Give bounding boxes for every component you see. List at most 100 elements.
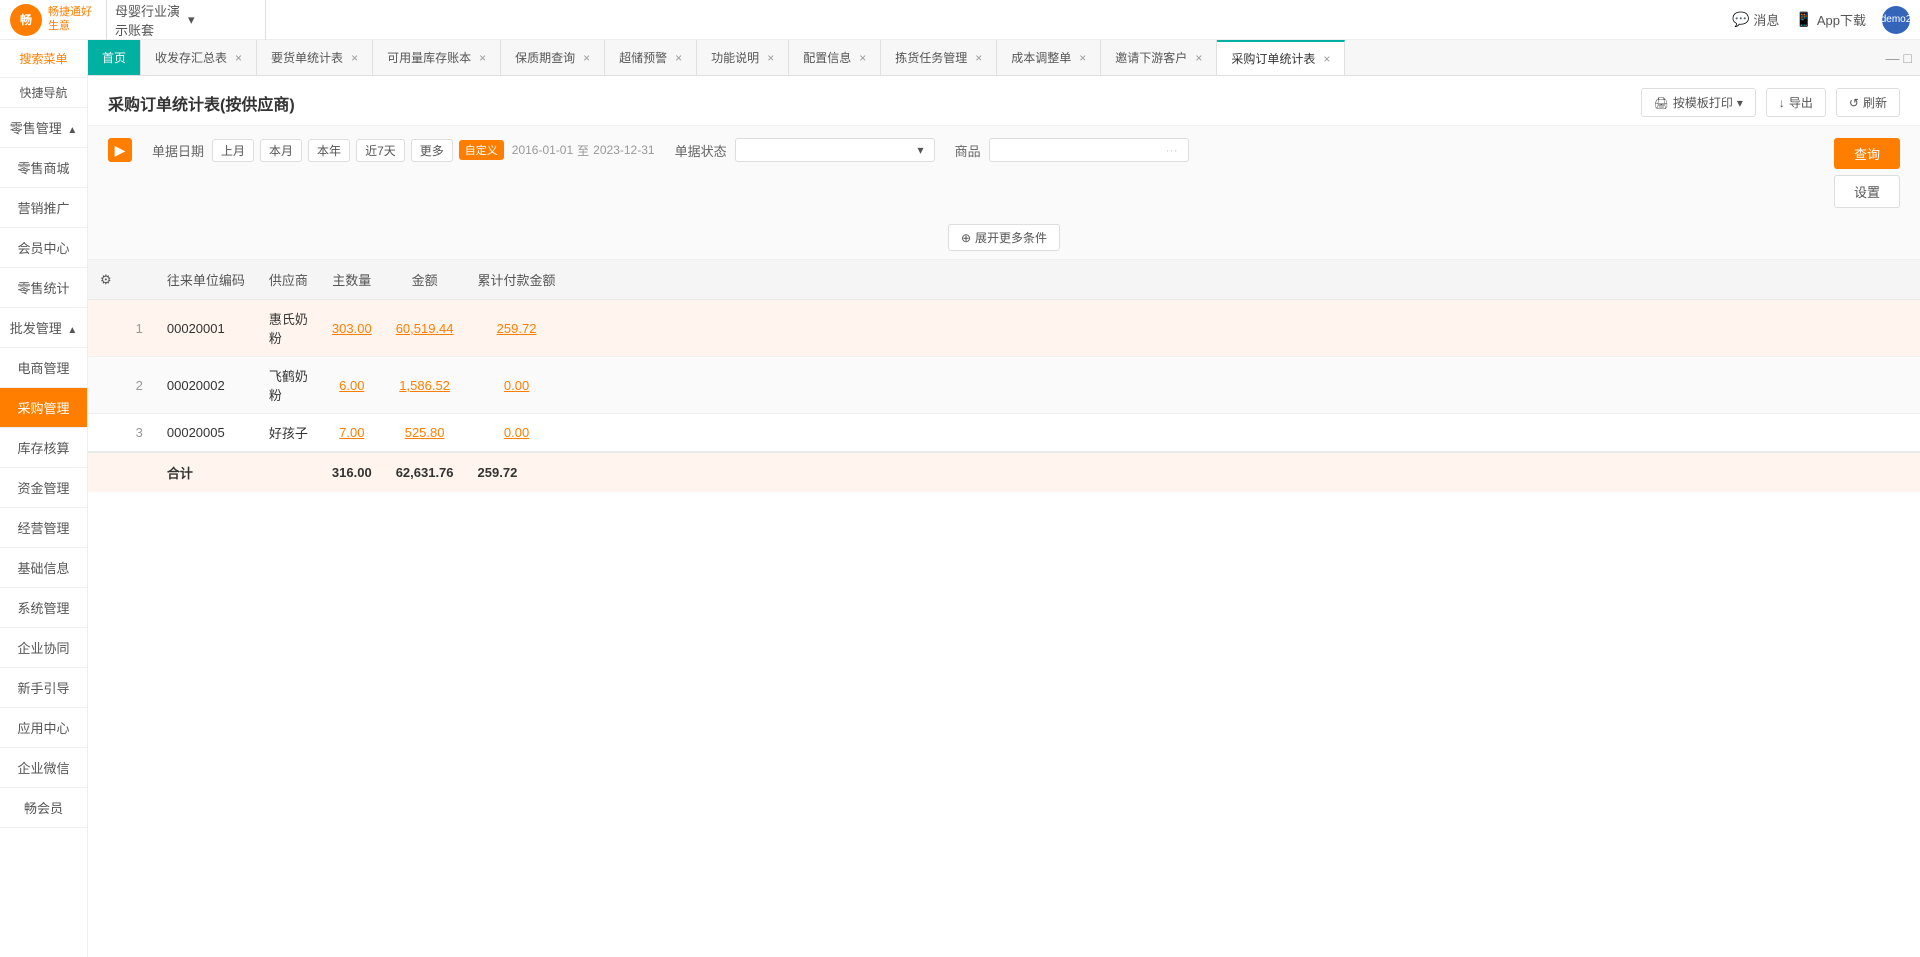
table-row: 2 00020002 飞鹤奶粉 6.00 1,586.52 0.00 — [88, 357, 1920, 414]
sidebar-item-purchase[interactable]: 采购管理 — [0, 388, 87, 428]
sidebar-item-marketing[interactable]: 营销推广 — [0, 188, 87, 228]
sidebar-item-enterprise[interactable]: 企业协同 — [0, 628, 87, 668]
footer-qty: 316.00 — [320, 452, 384, 492]
row-supplier-code: 00020002 — [155, 357, 257, 414]
tab-bar: 首页 收发存汇总表 × 要货单统计表 × 可用量库存账本 × 保质期查询 × — [88, 40, 1920, 76]
shortcut-more[interactable]: 更多 — [411, 139, 453, 162]
tab-close-icon[interactable]: × — [1323, 52, 1330, 66]
tab-pick[interactable]: 拣货任务管理 × — [881, 40, 997, 76]
tab-close-icon[interactable]: × — [479, 51, 486, 65]
shortcut-last-month[interactable]: 上月 — [212, 139, 254, 162]
avatar[interactable]: demo2 — [1882, 6, 1910, 34]
tab-close-icon[interactable]: × — [351, 51, 358, 65]
query-button[interactable]: 查询 — [1834, 138, 1900, 169]
tab-expiry[interactable]: 保质期查询 × — [501, 40, 605, 76]
col-qty: 主数量 — [320, 260, 384, 300]
sidebar-nav[interactable]: 快捷导航 — [0, 78, 87, 108]
row-num: 1 — [124, 300, 155, 357]
tab-home[interactable]: 首页 — [88, 40, 141, 76]
row-extra — [568, 414, 1920, 453]
tab-close-icon[interactable]: × — [235, 51, 242, 65]
sidebar-search[interactable]: 搜索菜单 — [0, 40, 87, 78]
sidebar-item-newbie[interactable]: 新手引导 — [0, 668, 87, 708]
tab-config[interactable]: 配置信息 × — [789, 40, 881, 76]
tab-overstock[interactable]: 超储预警 × — [605, 40, 697, 76]
sidebar-item-wholesale[interactable]: 批发管理 ▲ — [0, 308, 87, 348]
sidebar-arrow-icon: ▲ — [67, 125, 77, 136]
sidebar-item-system[interactable]: 系统管理 — [0, 588, 87, 628]
logo-text: 畅捷通好生意 — [48, 6, 98, 32]
export-button[interactable]: ↓ 导出 — [1766, 88, 1826, 117]
shortcut-this-month[interactable]: 本月 — [260, 139, 302, 162]
sidebar-item-retail[interactable]: 零售管理 ▲ — [0, 108, 87, 148]
row-paid[interactable]: 259.72 — [466, 300, 568, 357]
content-area: 首页 收发存汇总表 × 要货单统计表 × 可用量库存账本 × 保质期查询 × — [88, 40, 1920, 957]
tab-bar-actions: — □ — [1878, 50, 1920, 66]
row-paid[interactable]: 0.00 — [466, 414, 568, 453]
tab-close-icon[interactable]: × — [583, 51, 590, 65]
store-selector[interactable]: 母婴行业演示账套 — [106, 0, 266, 44]
tab-close-icon[interactable]: × — [675, 51, 682, 65]
row-paid[interactable]: 0.00 — [466, 357, 568, 414]
row-supplier-code: 00020001 — [155, 300, 257, 357]
sidebar-item-operation[interactable]: 经营管理 — [0, 508, 87, 548]
sidebar-item-retail-mall[interactable]: 零售商城 — [0, 148, 87, 188]
app-download-button[interactable]: App下载 — [1795, 10, 1866, 29]
tab-close-icon[interactable]: × — [1195, 51, 1202, 65]
shortcut-this-year[interactable]: 本年 — [308, 139, 350, 162]
tab-max-button[interactable]: □ — [1904, 50, 1912, 66]
table-body: 1 00020001 惠氏奶粉 303.00 60,519.44 259.72 — [88, 300, 1920, 453]
row-qty[interactable]: 6.00 — [320, 357, 384, 414]
sidebar-item-member[interactable]: 会员中心 — [0, 228, 87, 268]
sidebar-item-retail-stat[interactable]: 零售统计 — [0, 268, 87, 308]
table-header-row: ⚙ 往来单位编码 供应商 主数量 金额 累计付款金额 — [88, 260, 1920, 300]
sidebar-item-basic[interactable]: 基础信息 — [0, 548, 87, 588]
sidebar-item-ecommerce[interactable]: 电商管理 — [0, 348, 87, 388]
tab-invite[interactable]: 邀请下游客户 × — [1101, 40, 1217, 76]
sidebar-item-wechat[interactable]: 企业微信 — [0, 748, 87, 788]
row-amount[interactable]: 525.80 — [384, 414, 466, 453]
sidebar-item-appstore[interactable]: 应用中心 — [0, 708, 87, 748]
row-qty[interactable]: 7.00 — [320, 414, 384, 453]
tab-requisition[interactable]: 要货单统计表 × — [257, 40, 373, 76]
export-icon: ↓ — [1779, 96, 1785, 110]
tab-close-icon[interactable]: × — [767, 51, 774, 65]
table-row: 3 00020005 好孩子 7.00 525.80 0.00 — [88, 414, 1920, 453]
table-head: ⚙ 往来单位编码 供应商 主数量 金额 累计付款金额 — [88, 260, 1920, 300]
status-select[interactable] — [735, 138, 935, 162]
row-supplier-name: 飞鹤奶粉 — [257, 357, 320, 414]
col-settings[interactable]: ⚙ — [88, 260, 124, 300]
tab-close-icon[interactable]: × — [859, 51, 866, 65]
sidebar-item-finance[interactable]: 资金管理 — [0, 468, 87, 508]
tab-function[interactable]: 功能说明 × — [697, 40, 789, 76]
footer-paid: 259.72 — [466, 452, 568, 492]
goods-more-icon: ··· — [1166, 143, 1178, 157]
main-area: 搜索菜单 快捷导航 零售管理 ▲ 零售商城 营销推广 会员中心 零售统计 批 — [0, 40, 1920, 957]
sidebar-item-vip[interactable]: 畅会员 — [0, 788, 87, 828]
expand-button[interactable]: ⊕ 展开更多条件 — [948, 224, 1060, 251]
filter-toggle-button[interactable]: ▶ — [108, 138, 132, 162]
logo-area: 畅 畅捷通好生意 — [10, 4, 98, 36]
row-amount[interactable]: 1,586.52 — [384, 357, 466, 414]
tab-min-button[interactable]: — — [1886, 50, 1900, 66]
tab-close-icon[interactable]: × — [1079, 51, 1086, 65]
tab-available[interactable]: 可用量库存账本 × — [373, 40, 501, 76]
goods-input[interactable]: ··· — [989, 138, 1189, 162]
print-button[interactable]: 🖨 按模板打印 — [1641, 88, 1756, 117]
sidebar-item-inventory[interactable]: 库存核算 — [0, 428, 87, 468]
tab-cost[interactable]: 成本调整单 × — [997, 40, 1101, 76]
tab-income[interactable]: 收发存汇总表 × — [141, 40, 257, 76]
refresh-button[interactable]: ↺ 刷新 — [1836, 88, 1900, 117]
top-bar: 畅 畅捷通好生意 母婴行业演示账套 消息 App下载 demo2 — [0, 0, 1920, 40]
tab-purchase-summary[interactable]: 采购订单统计表 × — [1217, 40, 1345, 76]
settings-button[interactable]: 设置 — [1834, 175, 1900, 208]
refresh-icon: ↺ — [1849, 96, 1859, 110]
row-amount[interactable]: 60,519.44 — [384, 300, 466, 357]
row-qty[interactable]: 303.00 — [320, 300, 384, 357]
row-settings — [88, 357, 124, 414]
message-button[interactable]: 消息 — [1732, 10, 1779, 29]
shortcut-7days[interactable]: 近7天 — [356, 139, 405, 162]
page-title: 采购订单统计表(按供应商) — [108, 91, 295, 115]
tab-close-icon[interactable]: × — [975, 51, 982, 65]
col-num — [124, 260, 155, 300]
